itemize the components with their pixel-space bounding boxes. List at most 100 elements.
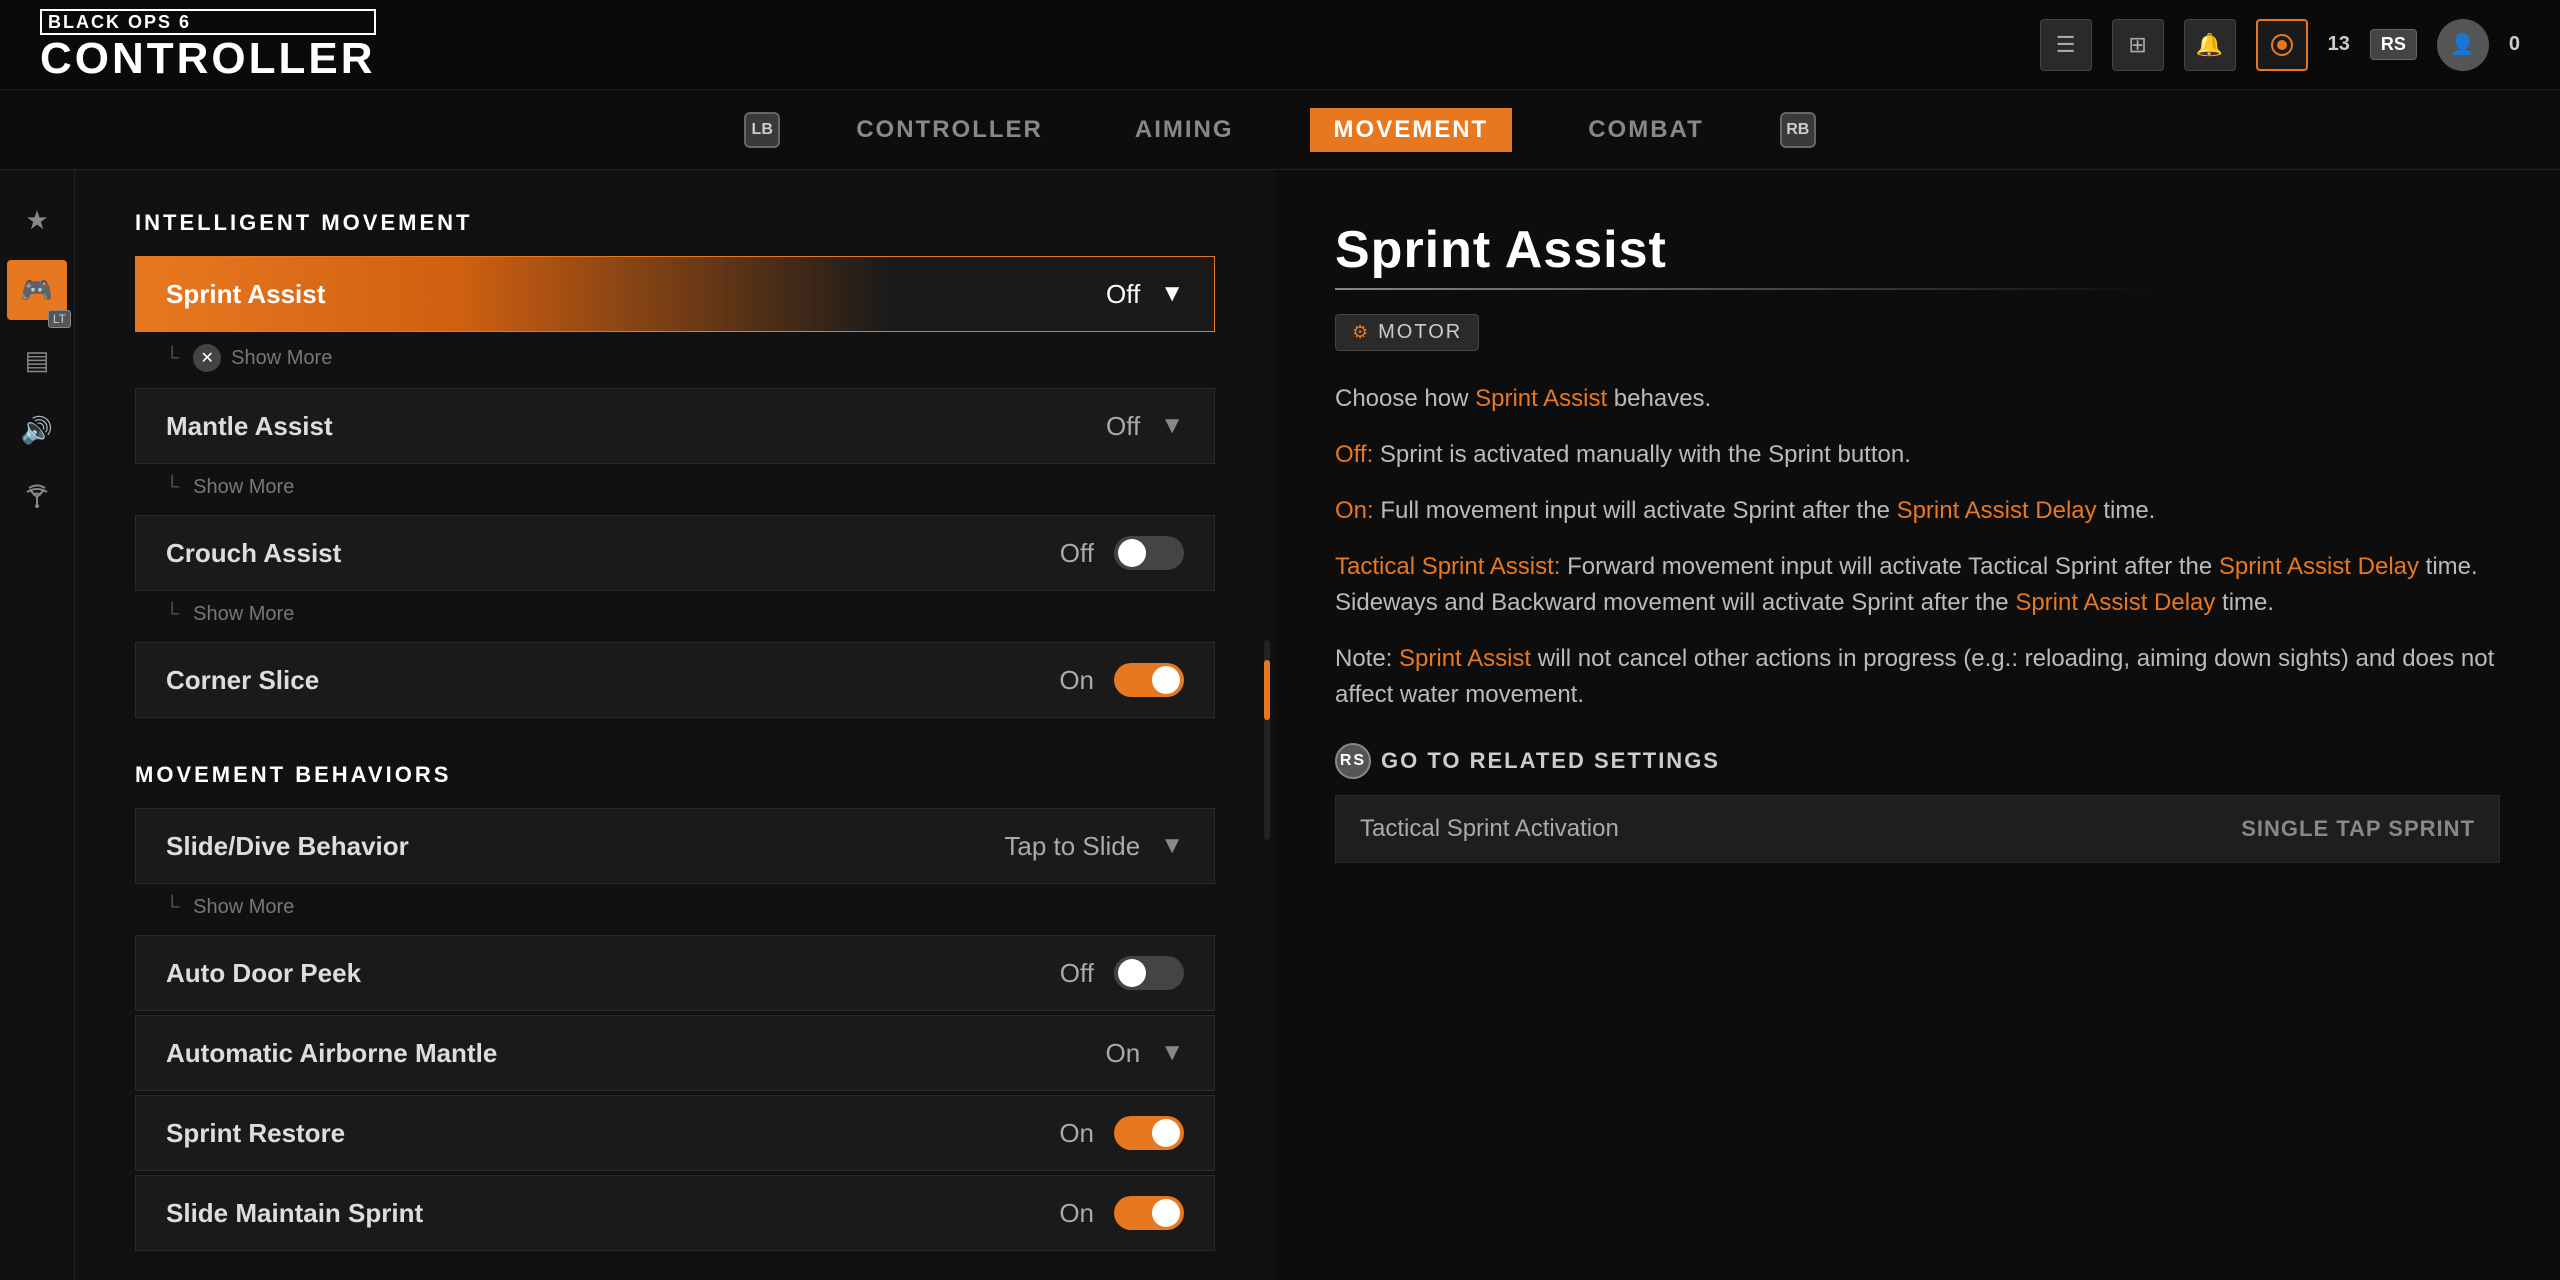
sprint-assist-label: Sprint Assist [166,279,1106,310]
crouch-assist-value: Off [1060,538,1094,569]
rs-circle-icon: RS [1335,743,1371,779]
crouch-assist-toggle[interactable] [1114,536,1184,570]
corner-slice-knob [1152,666,1180,694]
indent-bracket-4: └ [165,896,179,919]
menu-icon-btn[interactable]: ☰ [2040,19,2092,71]
rp-desc-tactical: Tactical Sprint Assist: Forward movement… [1335,549,2500,621]
auto-door-peek-toggle[interactable] [1114,956,1184,990]
related-header-label: GO TO RELATED SETTINGS [1381,748,1720,774]
setting-crouch-assist[interactable]: Crouch Assist Off [135,515,1215,591]
rp-sprint-assist-highlight: Sprint Assist [1475,385,1607,412]
sprint-restore-knob [1152,1119,1180,1147]
rp-tactical-label: Tactical Sprint Assist: [1335,553,1560,580]
corner-slice-toggle[interactable] [1114,663,1184,697]
setting-slide-dive[interactable]: Slide/Dive Behavior Tap to Slide ▼ [135,808,1215,884]
rp-on-delay-highlight: Sprint Assist Delay [1897,497,2097,524]
topbar: BLACK OPS 6 CONTROLLER ☰ ⊞ 🔔 13 RS 👤 0 [0,0,2560,90]
crouch-assist-label: Crouch Assist [166,538,1060,569]
related-setting-tactical-sprint[interactable]: Tactical Sprint Activation SINGLE TAP SP… [1335,795,2500,863]
coin-count: 0 [2509,33,2520,56]
main-content: INTELLIGENT MOVEMENT Sprint Assist Off ▼… [75,170,1275,1280]
mantle-assist-label: Mantle Assist [166,411,1106,442]
crouch-assist-knob [1118,539,1146,567]
rp-desc-off: Off: Sprint is activated manually with t… [1335,437,2500,473]
indent-bracket: └ [165,347,179,370]
tab-controller[interactable]: CONTROLLER [840,108,1059,152]
auto-door-peek-label: Auto Door Peek [166,958,1060,989]
sidebar-item-audio[interactable]: 🔊 [7,400,67,460]
rp-tactical-end: time. [2419,553,2478,580]
grid-icon-btn[interactable]: ⊞ [2112,19,2164,71]
show-more-label-2: Show More [193,476,294,499]
sprint-assist-value: Off [1106,279,1140,310]
setting-sprint-assist[interactable]: Sprint Assist Off ▼ [135,256,1215,332]
avatar: 👤 [2437,19,2489,71]
indent-bracket-3: └ [165,603,179,626]
auto-door-peek-value: Off [1060,958,1094,989]
sidebar: ★ 🎮 LT ▤ 🔊 [0,170,75,1280]
tab-movement[interactable]: MOVEMENT [1310,108,1513,152]
lb-button[interactable]: LB [744,112,780,148]
rp-tactical-2-end: time. [2215,589,2274,616]
rp-off-label: Off: [1335,441,1373,468]
setting-corner-slice[interactable]: Corner Slice On [135,642,1215,718]
rp-on-text: Full movement input will activate Sprint… [1374,497,1897,524]
rp-desc-pre: Choose how [1335,385,1475,412]
rp-note-highlight: Sprint Assist [1399,645,1531,672]
sprint-restore-label: Sprint Restore [166,1118,1059,1149]
topbar-icons: ☰ ⊞ 🔔 13 RS 👤 0 [2040,19,2520,71]
x-icon: ✕ [193,344,221,372]
related-tactical-sprint-value: SINGLE TAP SPRINT [2241,816,2475,842]
corner-slice-value: On [1059,665,1094,696]
logo-area: BLACK OPS 6 CONTROLLER [40,9,376,81]
setting-slide-maintain[interactable]: Slide Maintain Sprint On [135,1175,1215,1251]
rp-title-underline [1335,288,2500,290]
slide-dive-label: Slide/Dive Behavior [166,831,1004,862]
setting-auto-airborne-mantle[interactable]: Automatic Airborne Mantle On ▼ [135,1015,1215,1091]
motor-label: MOTOR [1378,321,1462,344]
sidebar-item-display[interactable]: ▤ [7,330,67,390]
rp-desc-on: On: Full movement input will activate Sp… [1335,493,2500,529]
rb-button[interactable]: RB [1780,112,1816,148]
tab-combat[interactable]: COMBAT [1572,108,1720,152]
auto-airborne-mantle-chevron: ▼ [1160,1039,1184,1067]
rp-on-end: time. [2097,497,2156,524]
corner-slice-label: Corner Slice [166,665,1059,696]
scroll-indicator [1264,640,1270,840]
related-tactical-sprint-label: Tactical Sprint Activation [1360,815,2241,843]
slide-dive-show-more[interactable]: └ Show More [135,888,1215,927]
tab-aiming[interactable]: AIMING [1119,108,1250,152]
setting-sprint-restore[interactable]: Sprint Restore On [135,1095,1215,1171]
crouch-assist-show-more[interactable]: └ Show More [135,595,1215,634]
sprint-assist-show-more[interactable]: └ ✕ Show More [135,336,1215,380]
show-more-label: Show More [231,347,332,370]
show-more-label-4: Show More [193,896,294,919]
rp-note-label: Note: [1335,645,1399,672]
audio-icon: 🔊 [21,415,53,446]
rp-title: Sprint Assist [1335,220,2500,280]
sidebar-item-controller[interactable]: 🎮 LT [7,260,67,320]
mantle-assist-show-more[interactable]: └ Show More [135,468,1215,507]
mantle-assist-value: Off [1106,411,1140,442]
setting-auto-door-peek[interactable]: Auto Door Peek Off [135,935,1215,1011]
rp-tactical-text: Forward movement input will activate Tac… [1560,553,2219,580]
right-panel: Sprint Assist ⚙ MOTOR Choose how Sprint … [1275,170,2560,1280]
slide-maintain-knob [1152,1199,1180,1227]
rp-tactical-2-text: Sideways and Backward movement will acti… [1335,589,2015,616]
bell-icon-btn[interactable]: 🔔 [2184,19,2236,71]
motor-badge: ⚙ MOTOR [1335,314,1479,351]
sidebar-item-favorites[interactable]: ★ [7,190,67,250]
auto-airborne-mantle-label: Automatic Airborne Mantle [166,1038,1106,1069]
setting-mantle-assist[interactable]: Mantle Assist Off ▼ [135,388,1215,464]
slide-maintain-value: On [1059,1198,1094,1229]
sidebar-item-network[interactable] [7,470,67,530]
scroll-thumb [1264,660,1270,720]
circle-icon-btn[interactable] [2256,19,2308,71]
logo-controller: CONTROLLER [40,37,376,81]
rp-desc-main: Choose how Sprint Assist behaves. [1335,381,2500,417]
rp-on-label: On: [1335,497,1374,524]
rp-off-text: Sprint is activated manually with the Sp… [1373,441,1911,468]
sprint-restore-toggle[interactable] [1114,1116,1184,1150]
slide-maintain-toggle[interactable] [1114,1196,1184,1230]
rs-badge: RS [2370,29,2417,60]
